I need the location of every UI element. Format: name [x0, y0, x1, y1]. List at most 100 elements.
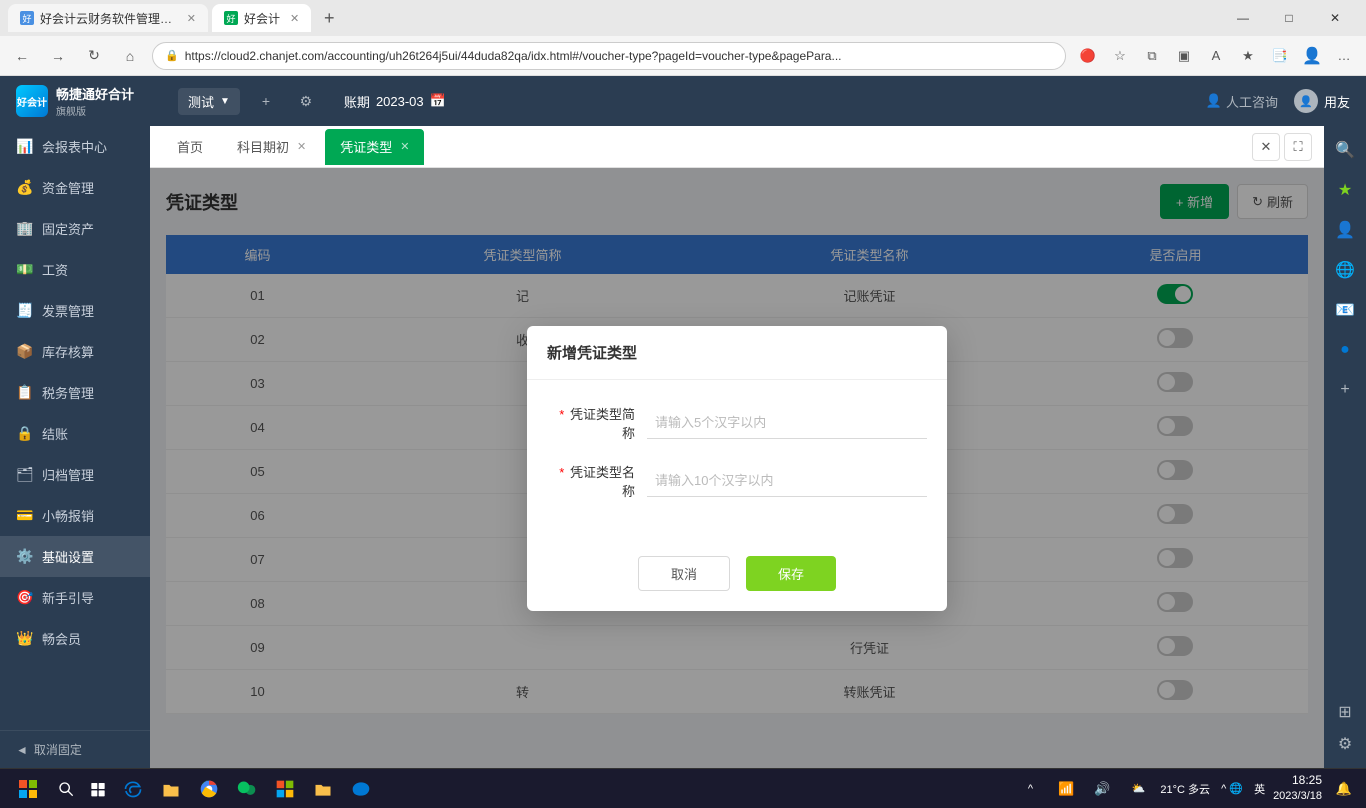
modal-overlay: 新增凭证类型 * 凭证类型简称	[150, 168, 1324, 768]
sidebar-item-invoice[interactable]: 🧾 发票管理	[0, 290, 150, 331]
sidebar-bottom-btn[interactable]: ◄ 取消固定	[0, 730, 150, 768]
sidebar-label-reports: 会报表中心	[42, 137, 107, 156]
back-button[interactable]: ←	[8, 42, 36, 70]
sidebar-item-reports[interactable]: 📊 会报表中心	[0, 126, 150, 167]
right-panel: 🔍 ★ 👤 🌐 📧 ● + ⊞ ⚙	[1324, 126, 1366, 768]
weather-icon[interactable]: ⛅	[1124, 775, 1152, 803]
tab1-close[interactable]: ✕	[187, 12, 196, 25]
taskbar: ^ 📶 🔊 ⛅ 21°C 多云 ^ 🌐 英 18:25 2023/3/18 🔔	[0, 768, 1366, 808]
sidebar-item-guide[interactable]: 🎯 新手引导	[0, 577, 150, 618]
split-btn[interactable]: ▣	[1170, 42, 1198, 70]
rp-user[interactable]: 👤	[1329, 214, 1361, 246]
guide-icon: 🎯	[16, 589, 34, 607]
taskbar-task-view[interactable]	[84, 775, 112, 803]
sidebar-label-settings: 基础设置	[42, 547, 94, 566]
logo-icon: 好会计	[16, 85, 48, 117]
sidebar-item-settings[interactable]: ⚙️ 基础设置	[0, 536, 150, 577]
rp-mail[interactable]: 📧	[1329, 294, 1361, 326]
volume-icon[interactable]: 🔊	[1088, 775, 1116, 803]
maximize-tab-btn[interactable]: ⛶	[1284, 133, 1312, 161]
user-area[interactable]: 👤 用友	[1294, 89, 1350, 113]
sidebar-item-payroll[interactable]: 💵 工资	[0, 249, 150, 290]
more-btn[interactable]: …	[1330, 42, 1358, 70]
maximize-button[interactable]: □	[1266, 0, 1312, 36]
rp-circle[interactable]: ●	[1329, 334, 1361, 366]
close-tab-btn[interactable]: ✕	[1252, 133, 1280, 161]
tab-voucher-type[interactable]: 凭证类型 ✕	[325, 129, 424, 165]
inventory-icon: 📦	[16, 343, 34, 361]
sidebar-item-funds[interactable]: 💰 资金管理	[0, 167, 150, 208]
tab-search-btn[interactable]: ⧉	[1138, 42, 1166, 70]
lang-icon[interactable]: ^ 🌐	[1218, 775, 1246, 803]
taskbar-search[interactable]	[52, 775, 80, 803]
save-button[interactable]: 保存	[746, 556, 836, 591]
clock[interactable]: 18:25 2023/3/18	[1273, 772, 1322, 804]
sidebar-label-invoice: 发票管理	[42, 301, 94, 320]
tab2-favicon: 好	[224, 11, 238, 25]
ssl-icon: 🔒	[165, 49, 179, 62]
bookmark-btn[interactable]: ☆	[1106, 42, 1134, 70]
dropdown-icon: ▼	[220, 96, 230, 107]
company-selector[interactable]: 测试 ▼	[178, 88, 240, 115]
system-tray-up[interactable]: ^	[1016, 775, 1044, 803]
tab1-title: 好会计云财务软件管理系统_会计	[40, 10, 177, 27]
abbr-input[interactable]	[647, 407, 927, 439]
taskbar-folder[interactable]	[306, 772, 340, 806]
sidebar-item-inventory[interactable]: 📦 库存核算	[0, 331, 150, 372]
add-company-btn[interactable]: +	[252, 87, 280, 115]
browser-tab-1[interactable]: 好 好会计云财务软件管理系统_会计 ✕	[8, 4, 208, 32]
browser-tab-2[interactable]: 好 好会计 ✕	[212, 4, 311, 32]
rp-grid[interactable]: ⊞	[1329, 696, 1361, 728]
url-bar[interactable]: 🔒 https://cloud2.chanjet.com/accounting/…	[152, 42, 1066, 70]
forward-button[interactable]: →	[44, 42, 72, 70]
sidebar-item-fixed-assets[interactable]: 🏢 固定资产	[0, 208, 150, 249]
start-button[interactable]	[8, 772, 48, 806]
rp-settings[interactable]: ⚙	[1329, 728, 1361, 760]
rp-globe[interactable]: 🌐	[1329, 254, 1361, 286]
sidebar-item-expense[interactable]: 💳 小畅报销	[0, 495, 150, 536]
user-label: 用友	[1324, 92, 1350, 111]
rp-search[interactable]: 🔍	[1329, 134, 1361, 166]
tab-home[interactable]: 首页	[162, 129, 218, 165]
close-button[interactable]: ✕	[1312, 0, 1358, 36]
tab2-close[interactable]: ✕	[290, 12, 299, 25]
profile-btn[interactable]: 👤	[1298, 42, 1326, 70]
extensions-btn[interactable]: 🔴	[1074, 42, 1102, 70]
reload-button[interactable]: ↻	[80, 42, 108, 70]
network-icon[interactable]: 📶	[1052, 775, 1080, 803]
new-tab-button[interactable]: +	[315, 4, 343, 32]
cancel-button[interactable]: 取消	[638, 556, 730, 591]
taskbar-edge2[interactable]	[344, 772, 378, 806]
taskbar-explorer[interactable]	[154, 772, 188, 806]
minimize-button[interactable]: —	[1220, 0, 1266, 36]
sidebar-item-member[interactable]: 👑 畅会员	[0, 618, 150, 659]
taskbar-edge[interactable]	[116, 772, 150, 806]
name-input[interactable]	[647, 465, 927, 497]
taskbar-chrome[interactable]	[192, 772, 226, 806]
sidebar-label-guide: 新手引导	[42, 588, 94, 607]
settings-icon[interactable]: ⚙	[292, 87, 320, 115]
rp-star[interactable]: ★	[1329, 174, 1361, 206]
home-button[interactable]: ⌂	[116, 42, 144, 70]
favorites-btn[interactable]: ★	[1234, 42, 1262, 70]
taskbar-store[interactable]	[268, 772, 302, 806]
sidebar-item-close[interactable]: 🔒 结账	[0, 413, 150, 454]
notification-icon[interactable]: 🔔	[1330, 775, 1358, 803]
reports-icon: 📊	[16, 138, 34, 156]
sidebar-item-tax[interactable]: 📋 税务管理	[0, 372, 150, 413]
fixed-assets-icon: 🏢	[16, 220, 34, 238]
archive-icon: 🗂	[16, 466, 34, 484]
tab-subject-close[interactable]: ✕	[297, 140, 306, 153]
sidebar-item-archive[interactable]: 🗂 归档管理	[0, 454, 150, 495]
unpin-icon: ◄	[16, 743, 28, 757]
user-avatar: 👤	[1294, 89, 1318, 113]
tab-subject[interactable]: 科目期初 ✕	[222, 129, 321, 165]
taskbar-wechat[interactable]	[230, 772, 264, 806]
collections-btn[interactable]: 📑	[1266, 42, 1294, 70]
funds-icon: 💰	[16, 179, 34, 197]
font-btn[interactable]: A	[1202, 42, 1230, 70]
rp-add[interactable]: +	[1329, 374, 1361, 406]
tab-voucher-type-close[interactable]: ✕	[400, 140, 409, 153]
help-button[interactable]: 👤 人工咨询	[1206, 92, 1278, 111]
period-icon: 📅	[430, 93, 446, 109]
